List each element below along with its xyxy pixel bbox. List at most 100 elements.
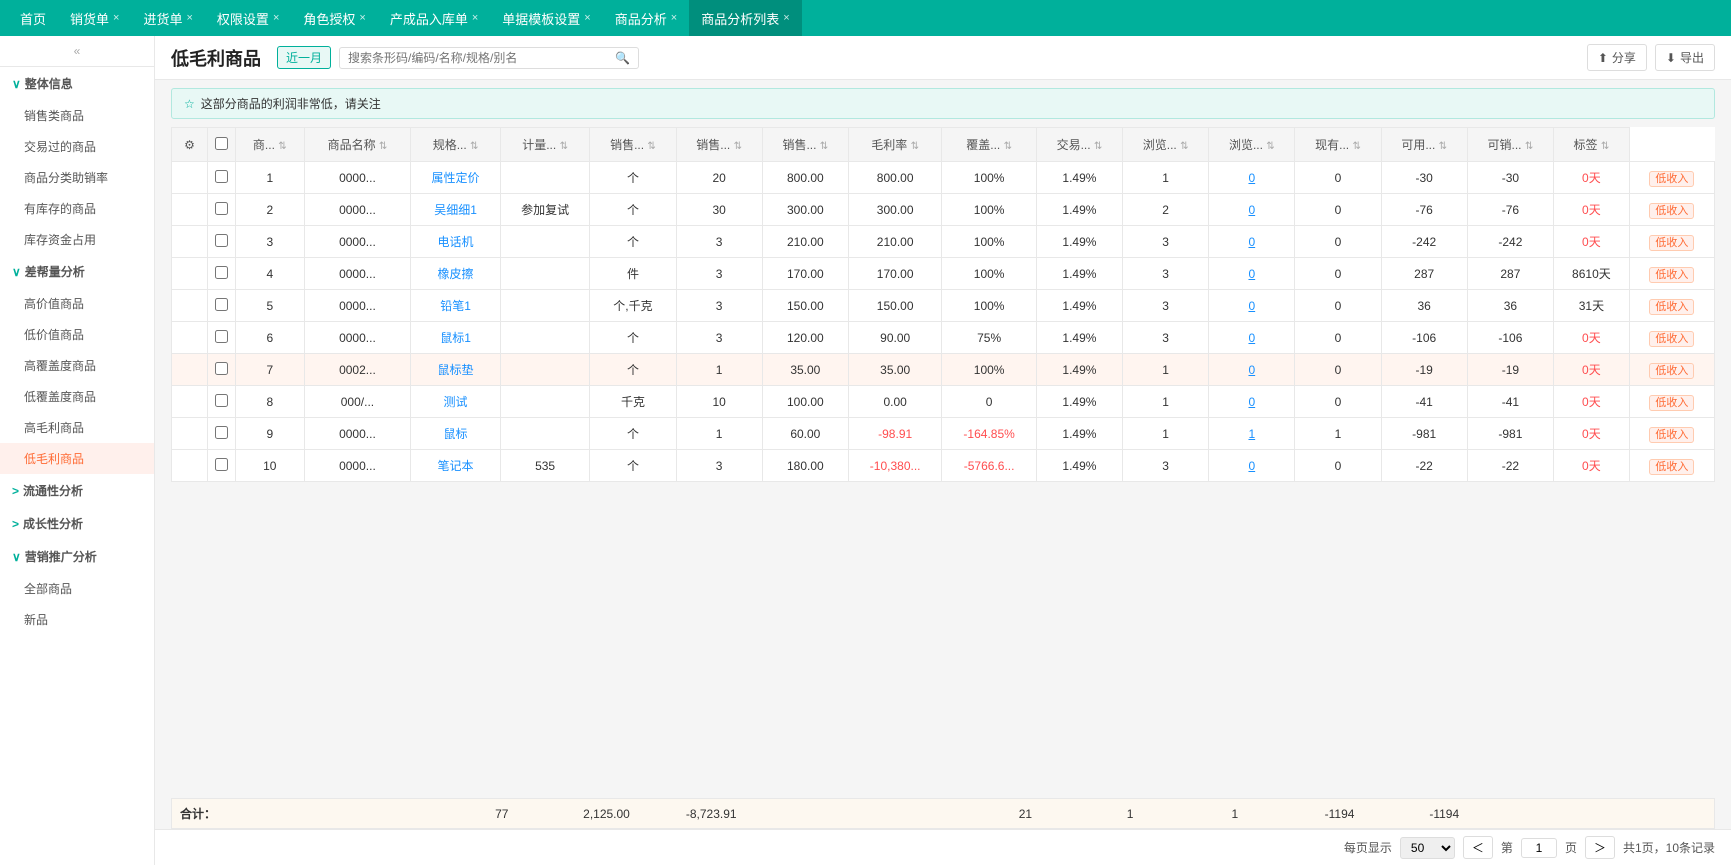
- row-browse1[interactable]: 0: [1209, 194, 1295, 226]
- row-settings[interactable]: [172, 226, 208, 258]
- row-checkbox[interactable]: [215, 458, 228, 471]
- row-settings[interactable]: [172, 354, 208, 386]
- row-name[interactable]: 鼠标垫: [411, 354, 501, 386]
- sidebar-group-abc-analysis[interactable]: ∨ 差帮量分析: [0, 255, 154, 288]
- row-sale-price: 100.00: [762, 386, 848, 418]
- row-name[interactable]: 铅笔1: [411, 290, 501, 322]
- row-settings[interactable]: [172, 418, 208, 450]
- nav-home[interactable]: 首页: [8, 0, 58, 36]
- nav-purchase-order[interactable]: 进货单 ×: [131, 0, 204, 36]
- search-input[interactable]: [348, 51, 611, 65]
- row-browse1[interactable]: 0: [1209, 386, 1295, 418]
- sidebar-item-high-gross[interactable]: 高毛利商品: [0, 412, 154, 443]
- sidebar-item-traded-products[interactable]: 交易过的商品: [0, 131, 154, 162]
- close-icon[interactable]: ×: [671, 12, 677, 24]
- row-current: 287: [1381, 258, 1467, 290]
- row-checkbox[interactable]: [215, 170, 228, 183]
- totals-sale-amount: -8,723.91: [659, 807, 764, 821]
- row-current: -19: [1381, 354, 1467, 386]
- row-browse1[interactable]: 0: [1209, 322, 1295, 354]
- page-size-select[interactable]: 50 100 200: [1400, 837, 1455, 859]
- row-checkbox[interactable]: [215, 426, 228, 439]
- row-settings[interactable]: [172, 386, 208, 418]
- row-num: 10: [236, 450, 305, 482]
- row-name[interactable]: 橡皮擦: [411, 258, 501, 290]
- sidebar-collapse-button[interactable]: «: [0, 36, 154, 67]
- select-all-checkbox[interactable]: [215, 137, 228, 150]
- row-available: -76: [1467, 194, 1553, 226]
- sidebar-item-sales-products[interactable]: 销售类商品: [0, 100, 154, 131]
- close-icon[interactable]: ×: [783, 12, 789, 24]
- sidebar-item-new-products[interactable]: 新品: [0, 604, 154, 635]
- close-icon[interactable]: ×: [359, 12, 365, 24]
- row-browse1[interactable]: 0: [1209, 226, 1295, 258]
- sidebar-group-overall-info[interactable]: ∨ 整体信息: [0, 67, 154, 100]
- sidebar-item-all-products[interactable]: 全部商品: [0, 573, 154, 604]
- sidebar-item-high-coverage[interactable]: 高覆盖度商品: [0, 350, 154, 381]
- row-checkbox[interactable]: [215, 298, 228, 311]
- sidebar-item-stocked-products[interactable]: 有库存的商品: [0, 193, 154, 224]
- row-browse1[interactable]: 0: [1209, 450, 1295, 482]
- nav-role-auth[interactable]: 角色授权 ×: [291, 0, 377, 36]
- close-icon[interactable]: ×: [113, 12, 119, 24]
- row-settings[interactable]: [172, 162, 208, 194]
- settings-column-header[interactable]: ⚙: [172, 128, 208, 162]
- nav-template-settings[interactable]: 单据模板设置 ×: [490, 0, 602, 36]
- chevron-down-icon: ∨: [12, 550, 21, 564]
- row-sale-amount: 35.00: [848, 354, 941, 386]
- row-name[interactable]: 属性定价: [411, 162, 501, 194]
- row-browse1[interactable]: 0: [1209, 290, 1295, 322]
- export-button[interactable]: ⬇ 导出: [1655, 44, 1715, 71]
- sidebar-item-category-rate[interactable]: 商品分类助销率: [0, 162, 154, 193]
- row-settings[interactable]: [172, 322, 208, 354]
- row-checkbox[interactable]: [215, 362, 228, 375]
- row-checkbox[interactable]: [215, 330, 228, 343]
- search-icon[interactable]: 🔍: [615, 51, 630, 65]
- nav-product-analysis-list[interactable]: 商品分析列表 ×: [689, 0, 801, 36]
- nav-permission-settings[interactable]: 权限设置 ×: [205, 0, 291, 36]
- close-icon[interactable]: ×: [273, 12, 279, 24]
- row-browse1[interactable]: 0: [1209, 162, 1295, 194]
- nav-sales-order[interactable]: 销货单 ×: [58, 0, 131, 36]
- row-cover-rate: 1.49%: [1036, 162, 1122, 194]
- nav-product-analysis[interactable]: 商品分析 ×: [603, 0, 689, 36]
- nav-product-inbound[interactable]: 产成品入库单 ×: [378, 0, 490, 36]
- cover-rate-column-header: 覆盖... ⇅: [942, 128, 1036, 162]
- row-checkbox[interactable]: [215, 394, 228, 407]
- row-checkbox[interactable]: [215, 202, 228, 215]
- date-filter-button[interactable]: 近一月: [277, 46, 331, 69]
- row-checkbox[interactable]: [215, 266, 228, 279]
- row-name[interactable]: 笔记本: [411, 450, 501, 482]
- row-browse1[interactable]: 0: [1209, 258, 1295, 290]
- sidebar-item-inventory-capital[interactable]: 库存资金占用: [0, 224, 154, 255]
- close-icon[interactable]: ×: [186, 12, 192, 24]
- row-name[interactable]: 鼠标: [411, 418, 501, 450]
- row-browse1[interactable]: 0: [1209, 354, 1295, 386]
- sidebar-item-low-coverage[interactable]: 低覆盖度商品: [0, 381, 154, 412]
- row-name[interactable]: 鼠标1: [411, 322, 501, 354]
- row-name[interactable]: 测试: [411, 386, 501, 418]
- sidebar-item-high-value[interactable]: 高价值商品: [0, 288, 154, 319]
- row-checkbox[interactable]: [215, 234, 228, 247]
- row-settings[interactable]: [172, 290, 208, 322]
- sidebar-group-marketing[interactable]: ∨ 营销推广分析: [0, 540, 154, 573]
- close-icon[interactable]: ×: [584, 12, 590, 24]
- next-page-button[interactable]: ＞: [1585, 836, 1615, 859]
- share-button[interactable]: ⬆ 分享: [1587, 44, 1647, 71]
- sidebar-group-liquidity[interactable]: > 流通性分析: [0, 474, 154, 507]
- row-name[interactable]: 吴细细1: [411, 194, 501, 226]
- row-settings[interactable]: [172, 194, 208, 226]
- row-browse1[interactable]: 1: [1209, 418, 1295, 450]
- sellable-column-header: 可销... ⇅: [1467, 128, 1553, 162]
- row-sale-qty: 3: [676, 226, 762, 258]
- row-settings[interactable]: [172, 258, 208, 290]
- row-checkbox-cell: [208, 290, 236, 322]
- sidebar-item-low-value[interactable]: 低价值商品: [0, 319, 154, 350]
- close-icon[interactable]: ×: [472, 12, 478, 24]
- prev-page-button[interactable]: ＜: [1463, 836, 1493, 859]
- row-name[interactable]: 电话机: [411, 226, 501, 258]
- sidebar-item-low-gross[interactable]: 低毛利商品: [0, 443, 154, 474]
- sidebar-group-growth[interactable]: > 成长性分析: [0, 507, 154, 540]
- row-settings[interactable]: [172, 450, 208, 482]
- page-number-input[interactable]: [1521, 838, 1557, 858]
